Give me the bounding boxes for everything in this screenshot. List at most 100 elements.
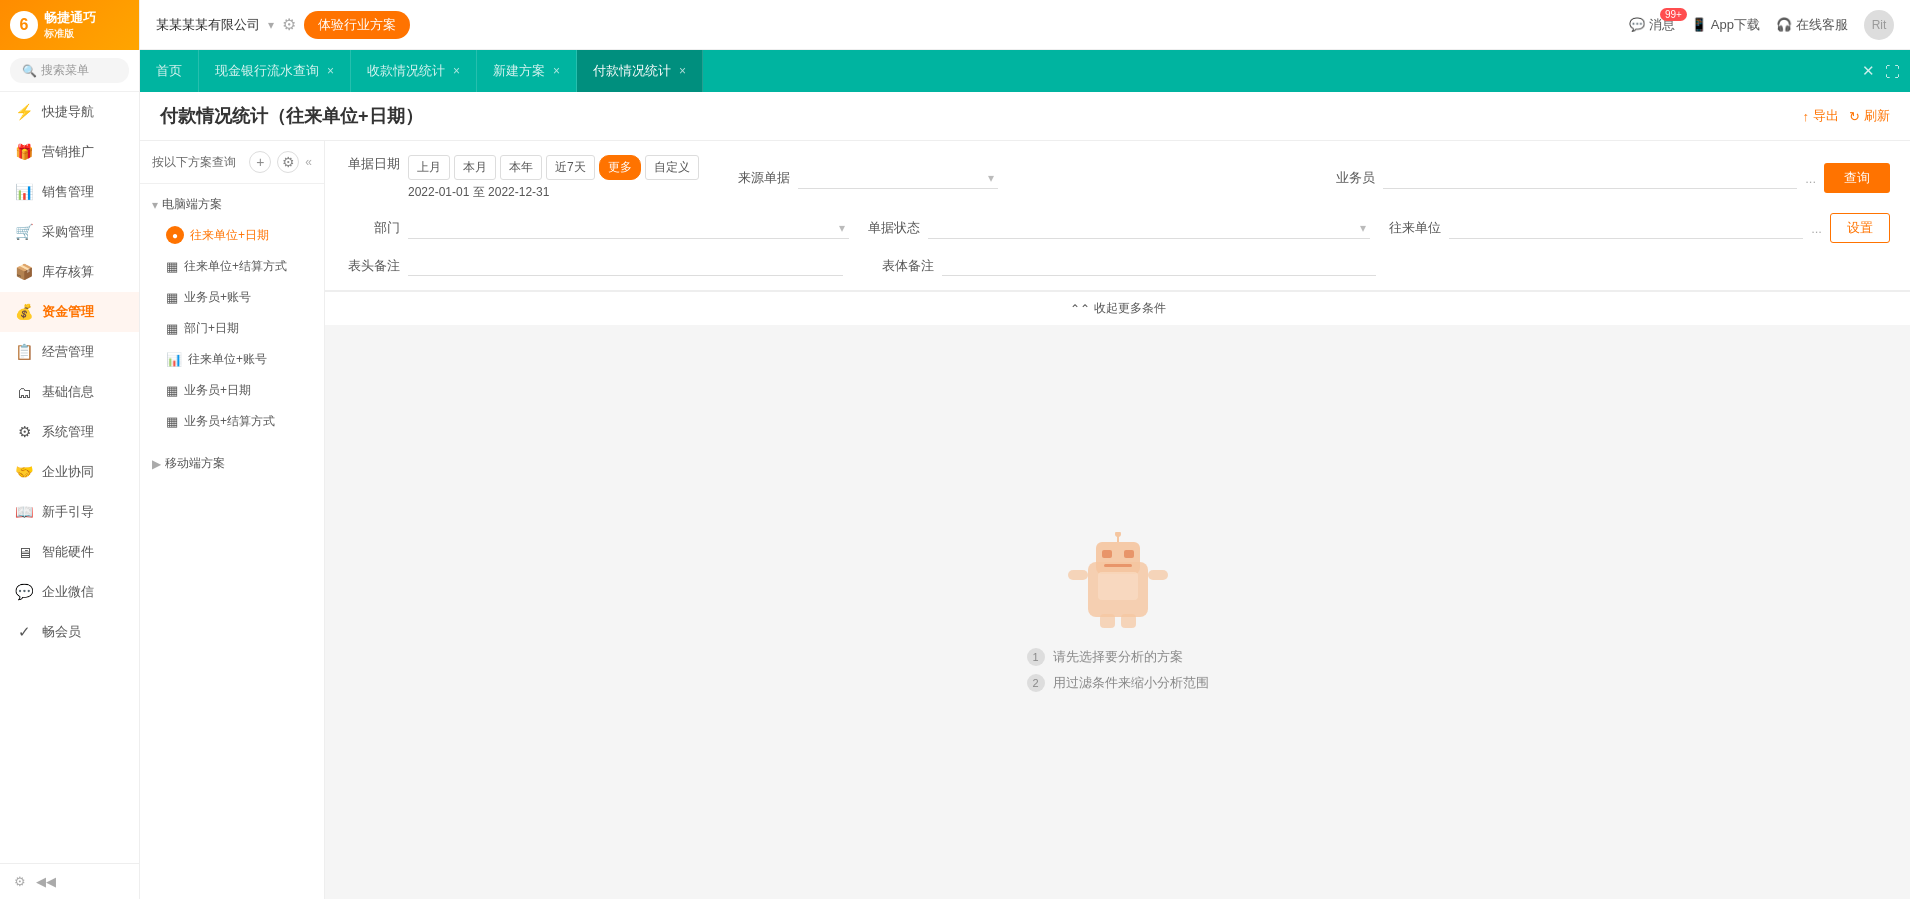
tab-home[interactable]: 首页	[140, 50, 199, 92]
add-scheme-btn[interactable]: +	[249, 151, 271, 173]
note-body-input[interactable]	[942, 255, 1377, 276]
doc-status-label: 单据状态	[865, 219, 920, 237]
date-btn-this-month[interactable]: 本月	[454, 155, 496, 180]
doc-status-select[interactable]: ▾	[928, 218, 1369, 239]
tab-new-scheme[interactable]: 新建方案 ×	[477, 50, 577, 92]
scheme-item-staff-date[interactable]: ▦ 业务员+日期	[140, 375, 324, 406]
tab-receipt-close[interactable]: ×	[453, 64, 460, 78]
sidebar-item-inventory[interactable]: 📦 库存核算	[0, 252, 139, 292]
date-btn-last-month[interactable]: 上月	[408, 155, 450, 180]
refresh-btn[interactable]: ↻ 刷新	[1849, 107, 1890, 125]
partner-label: 往来单位	[1386, 219, 1441, 237]
sidebar-item-sales[interactable]: 📊 销售管理	[0, 172, 139, 212]
date-range-display: 2022-01-01 至 2022-12-31	[408, 184, 699, 201]
pc-scheme-group-title[interactable]: ▾ 电脑端方案	[140, 190, 324, 219]
sidebar-item-member[interactable]: ✓ 畅会员	[0, 612, 139, 652]
trial-btn[interactable]: 体验行业方案	[304, 11, 410, 39]
staff-more-icon[interactable]: ...	[1805, 171, 1816, 186]
tab-maximize-icon[interactable]: ⛶	[1885, 63, 1900, 80]
sales-icon: 📊	[14, 182, 34, 202]
scheme-item-partner-date[interactable]: ● 往来单位+日期	[140, 219, 324, 251]
source-select[interactable]: ▾	[798, 168, 998, 189]
mobile-scheme-group-title[interactable]: ▶ 移动端方案	[140, 449, 324, 478]
online-support-btn[interactable]: 🎧 在线客服	[1776, 16, 1848, 34]
scheme-item-staff-account[interactable]: ▦ 业务员+账号	[140, 282, 324, 313]
scheme-settings-btn[interactable]: ⚙	[277, 151, 299, 173]
filter-row-3: 表头备注 表体备注	[345, 255, 1890, 276]
right-panel: 单据日期 上月 本月 本年 近7天 更多 自定义 20	[325, 141, 1910, 899]
collapse-panel-btn[interactable]: «	[305, 155, 312, 169]
staff-input[interactable]	[1383, 168, 1797, 189]
user-avatar[interactable]: Rit	[1864, 10, 1894, 40]
scheme-item-partner-account-label: 往来单位+账号	[188, 351, 267, 368]
tab-close-all-icon[interactable]: ✕	[1862, 62, 1875, 80]
sidebar-search-container: 🔍 搜索菜单	[0, 50, 139, 92]
table-icon-1: ▦	[166, 259, 178, 274]
mobile-group-label: 移动端方案	[165, 455, 225, 472]
sidebar-item-corp[interactable]: 🤝 企业协同	[0, 452, 139, 492]
date-btn-more[interactable]: 更多	[599, 155, 641, 180]
header-settings-icon[interactable]: ⚙	[282, 15, 296, 34]
app-download-btn[interactable]: 📱 App下载	[1691, 16, 1760, 34]
svg-rect-2	[1102, 550, 1112, 558]
sidebar-item-basics[interactable]: 🗂 基础信息	[0, 372, 139, 412]
pc-group-label: 电脑端方案	[162, 196, 222, 213]
sidebar-item-purchase[interactable]: 🛒 采购管理	[0, 212, 139, 252]
sidebar-item-system[interactable]: ⚙ 系统管理	[0, 412, 139, 452]
tab-new-scheme-close[interactable]: ×	[553, 64, 560, 78]
query-scheme-label: 按以下方案查询	[152, 154, 236, 171]
left-scheme-panel: 按以下方案查询 + ⚙ « ▾ 电脑端方案	[140, 141, 325, 899]
tab-bank-close[interactable]: ×	[327, 64, 334, 78]
purchase-icon: 🛒	[14, 222, 34, 242]
bottom-gear-icon[interactable]: ⚙	[14, 874, 26, 889]
scheme-item-staff-settle-label: 业务员+结算方式	[184, 413, 275, 430]
collapse-more-label: 收起更多条件	[1094, 300, 1166, 317]
sidebar-item-quick-nav[interactable]: ⚡ 快捷导航	[0, 92, 139, 132]
export-btn[interactable]: ↑ 导出	[1803, 107, 1840, 125]
search-input-trigger[interactable]: 🔍 搜索菜单	[10, 58, 129, 83]
sidebar-item-wechat[interactable]: 💬 企业微信	[0, 572, 139, 612]
message-btn[interactable]: 💬 消息 99+	[1629, 16, 1675, 34]
scheme-item-partner-settle[interactable]: ▦ 往来单位+结算方式	[140, 251, 324, 282]
partner-input[interactable]	[1449, 218, 1803, 239]
tab-actions: ✕ ⛶	[1852, 50, 1910, 92]
date-btn-custom[interactable]: 自定义	[645, 155, 699, 180]
header-right: 💬 消息 99+ 📱 App下载 🎧 在线客服 Rit	[1629, 10, 1894, 40]
collapse-more-btn[interactable]: ⌃⌃ 收起更多条件	[325, 291, 1910, 325]
date-btn-7days[interactable]: 近7天	[546, 155, 595, 180]
tab-payment-stats[interactable]: 付款情况统计 ×	[577, 50, 703, 92]
refresh-icon: ↻	[1849, 109, 1860, 124]
sidebar-collapse-icon[interactable]: ◀◀	[36, 874, 56, 889]
page-header: 付款情况统计（往来单位+日期） ↑ 导出 ↻ 刷新	[140, 92, 1910, 141]
note-header-input[interactable]	[408, 255, 843, 276]
company-dropdown-icon[interactable]: ▾	[268, 18, 274, 32]
scheme-item-staff-settle[interactable]: ▦ 业务员+结算方式	[140, 406, 324, 437]
query-btn[interactable]: 查询	[1824, 163, 1890, 193]
expand-arrow-icon: ▾	[152, 198, 158, 212]
sidebar-item-capital[interactable]: 💰 资金管理	[0, 292, 139, 332]
scheme-item-partner-settle-label: 往来单位+结算方式	[184, 258, 287, 275]
avatar-label: Rit	[1872, 18, 1887, 32]
scheme-item-partner-account[interactable]: 📊 往来单位+账号	[140, 344, 324, 375]
sidebar-item-hardware[interactable]: 🖥 智能硬件	[0, 532, 139, 572]
corp-icon: 🤝	[14, 462, 34, 482]
svg-rect-8	[1148, 570, 1168, 580]
sidebar-item-operations[interactable]: 📋 经营管理	[0, 332, 139, 372]
date-btn-this-year[interactable]: 本年	[500, 155, 542, 180]
svg-rect-3	[1124, 550, 1134, 558]
partner-more-icon[interactable]: ...	[1811, 221, 1822, 236]
tab-receipt-stats[interactable]: 收款情况统计 ×	[351, 50, 477, 92]
svg-rect-7	[1068, 570, 1088, 580]
scheme-item-dept-date[interactable]: ▦ 部门+日期	[140, 313, 324, 344]
scheme-item-partner-date-label: 往来单位+日期	[190, 227, 269, 244]
dept-select[interactable]: ▾	[408, 218, 849, 239]
tab-bank[interactable]: 现金银行流水查询 ×	[199, 50, 351, 92]
edition-label: 标准版	[44, 27, 96, 41]
tab-payment-close[interactable]: ×	[679, 64, 686, 78]
scheme-item-dept-date-label: 部门+日期	[184, 320, 239, 337]
scheme-panel-actions: + ⚙ «	[249, 151, 312, 173]
content-area: 付款情况统计（往来单位+日期） ↑ 导出 ↻ 刷新 按以下方案查询	[140, 92, 1910, 899]
settings-action-btn[interactable]: 设置	[1830, 213, 1890, 243]
sidebar-item-guide[interactable]: 📖 新手引导	[0, 492, 139, 532]
sidebar-item-marketing[interactable]: 🎁 营销推广	[0, 132, 139, 172]
